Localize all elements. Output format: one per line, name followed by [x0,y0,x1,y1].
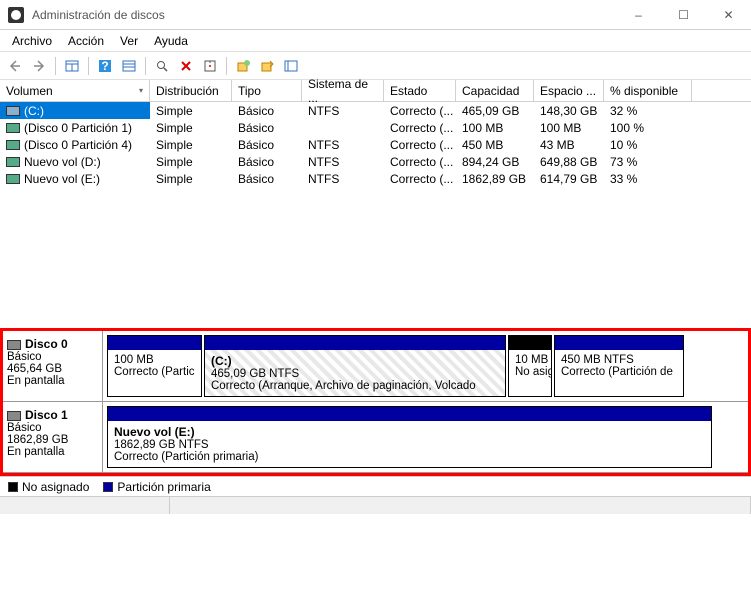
delete-button[interactable] [175,55,197,77]
partition[interactable]: 100 MBCorrecto (Partic [107,335,202,397]
volume-row[interactable]: (Disco 0 Partición 4)SimpleBásicoNTFSCor… [0,136,751,153]
volume-row[interactable]: Nuevo vol (E:)SimpleBásicoNTFSCorrecto (… [0,170,751,187]
forward-button[interactable] [28,55,50,77]
svg-text:?: ? [101,59,108,73]
help-button[interactable]: ? [94,55,116,77]
legend-primaria: Partición primaria [117,480,210,494]
disk-icon [7,340,21,350]
volume-icon [6,106,20,116]
col-tipo[interactable]: Tipo [232,80,302,101]
partition[interactable]: Nuevo vol (E:)1862,89 GB NTFSCorrecto (P… [107,406,712,468]
swatch-unallocated-icon [8,482,18,492]
menubar: Archivo Acción Ver Ayuda [0,30,751,52]
volume-row[interactable]: (C:)SimpleBásicoNTFSCorrecto (...465,09 … [0,102,751,119]
col-distribucion[interactable]: Distribución [150,80,232,101]
partition[interactable]: 10 MBNo asig [508,335,552,397]
maximize-button[interactable]: ☐ [661,0,706,30]
col-sistema[interactable]: Sistema de ... [302,80,384,101]
disk-row: Disco 1Básico1862,89 GBEn pantallaNuevo … [3,402,748,473]
list-button[interactable] [118,55,140,77]
menu-archivo[interactable]: Archivo [4,32,60,50]
statusbar [0,496,751,514]
col-capacidad[interactable]: Capacidad [456,80,534,101]
new-volume-button[interactable] [232,55,254,77]
legend: No asignado Partición primaria [0,476,751,496]
volume-row[interactable]: Nuevo vol (D:)SimpleBásicoNTFSCorrecto (… [0,153,751,170]
minimize-button[interactable]: – [616,0,661,30]
properties-button[interactable] [199,55,221,77]
disk-icon [7,411,21,421]
volume-icon [6,157,20,167]
disk-row: Disco 0Básico465,64 GBEn pantalla100 MBC… [3,331,748,402]
menu-accion[interactable]: Acción [60,32,112,50]
disk-graphical-pane: Disco 0Básico465,64 GBEn pantalla100 MBC… [0,328,751,476]
window-title: Administración de discos [32,8,616,22]
disk-info[interactable]: Disco 0Básico465,64 GBEn pantalla [3,331,103,401]
col-espacio[interactable]: Espacio ... [534,80,604,101]
menu-ver[interactable]: Ver [112,32,146,50]
legend-noasig: No asignado [22,480,89,494]
menu-ayuda[interactable]: Ayuda [146,32,196,50]
close-button[interactable]: ✕ [706,0,751,30]
volume-icon [6,140,20,150]
partition[interactable]: 450 MB NTFSCorrecto (Partición de [554,335,684,397]
view-button[interactable] [61,55,83,77]
column-headers: Volumen▾ Distribución Tipo Sistema de ..… [0,80,751,102]
search-button[interactable] [151,55,173,77]
back-button[interactable] [4,55,26,77]
volume-list[interactable]: (C:)SimpleBásicoNTFSCorrecto (...465,09 … [0,102,751,328]
app-icon [8,7,24,23]
col-disponible[interactable]: % disponible [604,80,692,101]
titlebar: Administración de discos – ☐ ✕ [0,0,751,30]
col-estado[interactable]: Estado [384,80,456,101]
col-volumen[interactable]: Volumen▾ [0,80,150,101]
partition[interactable]: (C:)465,09 GB NTFSCorrecto (Arranque, Ar… [204,335,506,397]
volume-icon [6,123,20,133]
disk-info[interactable]: Disco 1Básico1862,89 GBEn pantalla [3,402,103,472]
volume-row[interactable]: (Disco 0 Partición 1)SimpleBásicoCorrect… [0,119,751,136]
attach-vhd-button[interactable] [256,55,278,77]
volume-icon [6,174,20,184]
detach-vhd-button[interactable] [280,55,302,77]
swatch-primary-icon [103,482,113,492]
